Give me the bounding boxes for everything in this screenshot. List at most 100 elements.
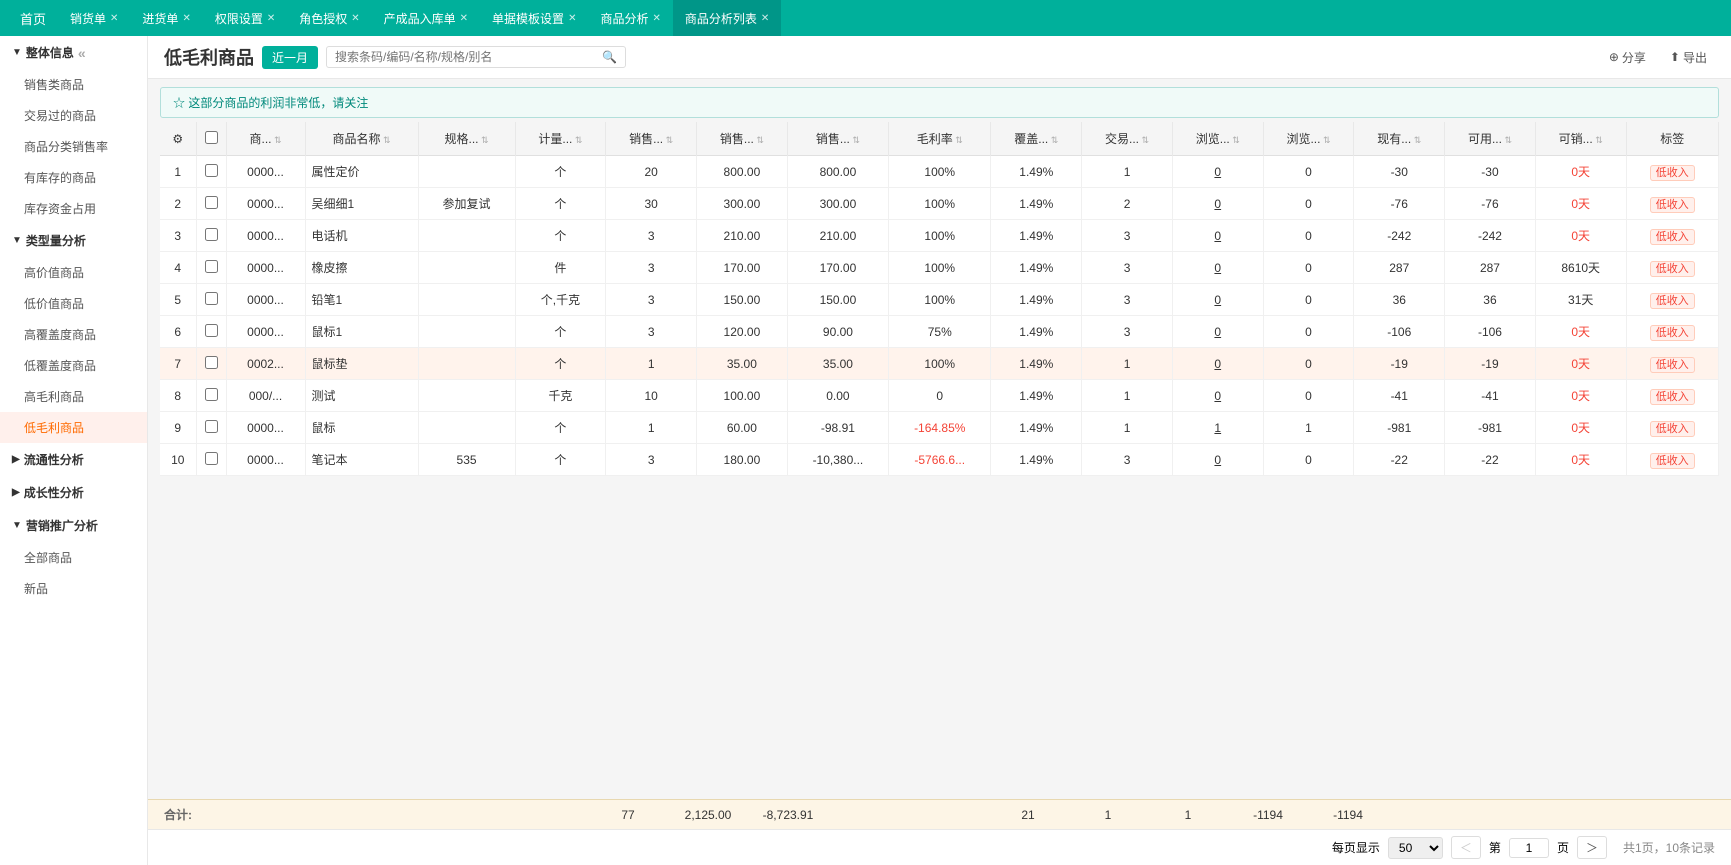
- sidebar-item-new-goods[interactable]: 新品: [0, 573, 147, 604]
- nav-goods-analysis-close[interactable]: ✕: [652, 13, 660, 24]
- row-browse1[interactable]: 1: [1172, 412, 1263, 444]
- nav-role-close[interactable]: ✕: [351, 13, 359, 24]
- row-browse1[interactable]: 0: [1172, 444, 1263, 476]
- nav-product-storage-close[interactable]: ✕: [460, 13, 468, 24]
- prev-page-button[interactable]: ＜: [1451, 836, 1481, 859]
- row-sales-qty: 3: [606, 316, 697, 348]
- nav-product-storage[interactable]: 产成品入库单 ✕: [372, 0, 480, 36]
- col-sales-profit[interactable]: 销售...: [787, 122, 888, 156]
- col-sales-price[interactable]: 销售...: [697, 122, 788, 156]
- row-browse1[interactable]: 0: [1172, 284, 1263, 316]
- row-browse1[interactable]: 0: [1172, 316, 1263, 348]
- per-page-select[interactable]: 50 100 200: [1388, 837, 1443, 859]
- nav-goods-analysis-list[interactable]: 商品分析列表 ✕: [673, 0, 781, 36]
- row-select-checkbox[interactable]: [205, 324, 218, 337]
- sidebar-section-marketing[interactable]: ▼ 营销推广分析: [0, 509, 147, 542]
- col-settings[interactable]: ⚙: [160, 122, 196, 156]
- search-input[interactable]: [335, 50, 602, 64]
- sidebar-collapse[interactable]: «: [78, 45, 86, 61]
- sidebar-section-flow[interactable]: ▶ 流通性分析: [0, 443, 147, 476]
- sidebar-section-growth[interactable]: ▶ 成长性分析: [0, 476, 147, 509]
- row-available: -981: [1445, 412, 1536, 444]
- row-select-checkbox[interactable]: [205, 196, 218, 209]
- nav-home[interactable]: 首页: [8, 0, 58, 36]
- row-browse1[interactable]: 0: [1172, 380, 1263, 412]
- sidebar-item-goods-classification[interactable]: 商品分类销售率: [0, 131, 147, 162]
- row-browse2: 0: [1263, 252, 1354, 284]
- col-available[interactable]: 可用...: [1445, 122, 1536, 156]
- col-coverage[interactable]: 覆盖...: [991, 122, 1082, 156]
- row-select-checkbox[interactable]: [205, 420, 218, 433]
- row-browse1[interactable]: 0: [1172, 220, 1263, 252]
- sidebar-item-high-value[interactable]: 高价值商品: [0, 257, 147, 288]
- row-select-checkbox[interactable]: [205, 356, 218, 369]
- row-select-checkbox[interactable]: [205, 260, 218, 273]
- search-icon[interactable]: 🔍: [602, 50, 617, 64]
- sidebar-item-high-coverage[interactable]: 高覆盖度商品: [0, 319, 147, 350]
- col-spec[interactable]: 规格...: [418, 122, 515, 156]
- page-input[interactable]: [1509, 838, 1549, 858]
- nav-permission[interactable]: 权限设置 ✕: [203, 0, 287, 36]
- row-name: 鼠标: [305, 412, 418, 444]
- col-gross-rate[interactable]: 毛利率: [889, 122, 991, 156]
- sidebar-item-occupied-funds[interactable]: 库存资金占用: [0, 193, 147, 224]
- col-saleable[interactable]: 可销...: [1535, 122, 1626, 156]
- export-button[interactable]: ⬆ 导出: [1662, 46, 1715, 69]
- tag-badge: 低收入: [1650, 325, 1695, 341]
- row-transaction: 1: [1082, 380, 1173, 412]
- select-all-checkbox[interactable]: [205, 131, 218, 144]
- row-select-checkbox[interactable]: [205, 164, 218, 177]
- sidebar-item-inventory-goods[interactable]: 有库存的商品: [0, 162, 147, 193]
- row-browse1[interactable]: 0: [1172, 156, 1263, 188]
- nav-goods-analysis[interactable]: 商品分析 ✕: [588, 0, 672, 36]
- nav-sales-close[interactable]: ✕: [110, 13, 118, 24]
- row-unit: 千克: [515, 380, 606, 412]
- col-sales-qty[interactable]: 销售...: [606, 122, 697, 156]
- row-checkbox: [196, 412, 226, 444]
- sidebar-item-high-profit[interactable]: 高毛利商品: [0, 381, 147, 412]
- col-name[interactable]: 商品名称: [305, 122, 418, 156]
- row-tag: 低收入: [1626, 252, 1718, 284]
- time-filter-button[interactable]: 近一月: [262, 46, 318, 69]
- sidebar-item-traded-goods[interactable]: 交易过的商品: [0, 100, 147, 131]
- sidebar-section-overview[interactable]: ▼ 整体信息 «: [0, 36, 147, 69]
- share-button[interactable]: ⊕ 分享: [1601, 46, 1654, 69]
- nav-sales[interactable]: 销货单 ✕: [58, 0, 130, 36]
- col-code[interactable]: 商...: [226, 122, 305, 156]
- row-select-checkbox[interactable]: [205, 292, 218, 305]
- row-checkbox: [196, 444, 226, 476]
- sidebar-item-sales-category[interactable]: 销售类商品: [0, 69, 147, 100]
- row-select-checkbox[interactable]: [205, 388, 218, 401]
- nav-purchase-close[interactable]: ✕: [182, 13, 190, 24]
- row-select-checkbox[interactable]: [205, 452, 218, 465]
- overview-arrow: ▼: [12, 47, 22, 58]
- row-browse1[interactable]: 0: [1172, 348, 1263, 380]
- row-browse1[interactable]: 0: [1172, 188, 1263, 220]
- row-select-checkbox[interactable]: [205, 228, 218, 241]
- nav-template[interactable]: 单据模板设置 ✕: [480, 0, 588, 36]
- row-browse1[interactable]: 0: [1172, 252, 1263, 284]
- sidebar-item-low-value[interactable]: 低价值商品: [0, 288, 147, 319]
- row-transaction: 3: [1082, 252, 1173, 284]
- nav-purchase[interactable]: 进货单 ✕: [130, 0, 202, 36]
- col-transaction[interactable]: 交易...: [1082, 122, 1173, 156]
- row-no: 5: [160, 284, 196, 316]
- settings-icon[interactable]: ⚙: [172, 132, 183, 146]
- col-browse2[interactable]: 浏览...: [1263, 122, 1354, 156]
- nav-role[interactable]: 角色授权 ✕: [287, 0, 371, 36]
- col-browse1[interactable]: 浏览...: [1172, 122, 1263, 156]
- next-page-button[interactable]: ＞: [1577, 836, 1607, 859]
- col-current[interactable]: 现有...: [1354, 122, 1445, 156]
- row-available: -19: [1445, 348, 1536, 380]
- sidebar-item-low-profit[interactable]: 低毛利商品: [0, 412, 147, 443]
- table-row: 4 0000... 橡皮擦 件 3 170.00 170.00 100% 1.4…: [160, 252, 1719, 284]
- sidebar-item-low-coverage[interactable]: 低覆盖度商品: [0, 350, 147, 381]
- row-browse2: 1: [1263, 412, 1354, 444]
- sidebar-item-all-goods[interactable]: 全部商品: [0, 542, 147, 573]
- nav-goods-analysis-list-close[interactable]: ✕: [761, 13, 769, 24]
- nav-permission-close[interactable]: ✕: [267, 13, 275, 24]
- row-transaction: 3: [1082, 284, 1173, 316]
- col-unit[interactable]: 计量...: [515, 122, 606, 156]
- nav-template-close[interactable]: ✕: [568, 13, 576, 24]
- sidebar-section-value[interactable]: ▼ 类型量分析: [0, 224, 147, 257]
